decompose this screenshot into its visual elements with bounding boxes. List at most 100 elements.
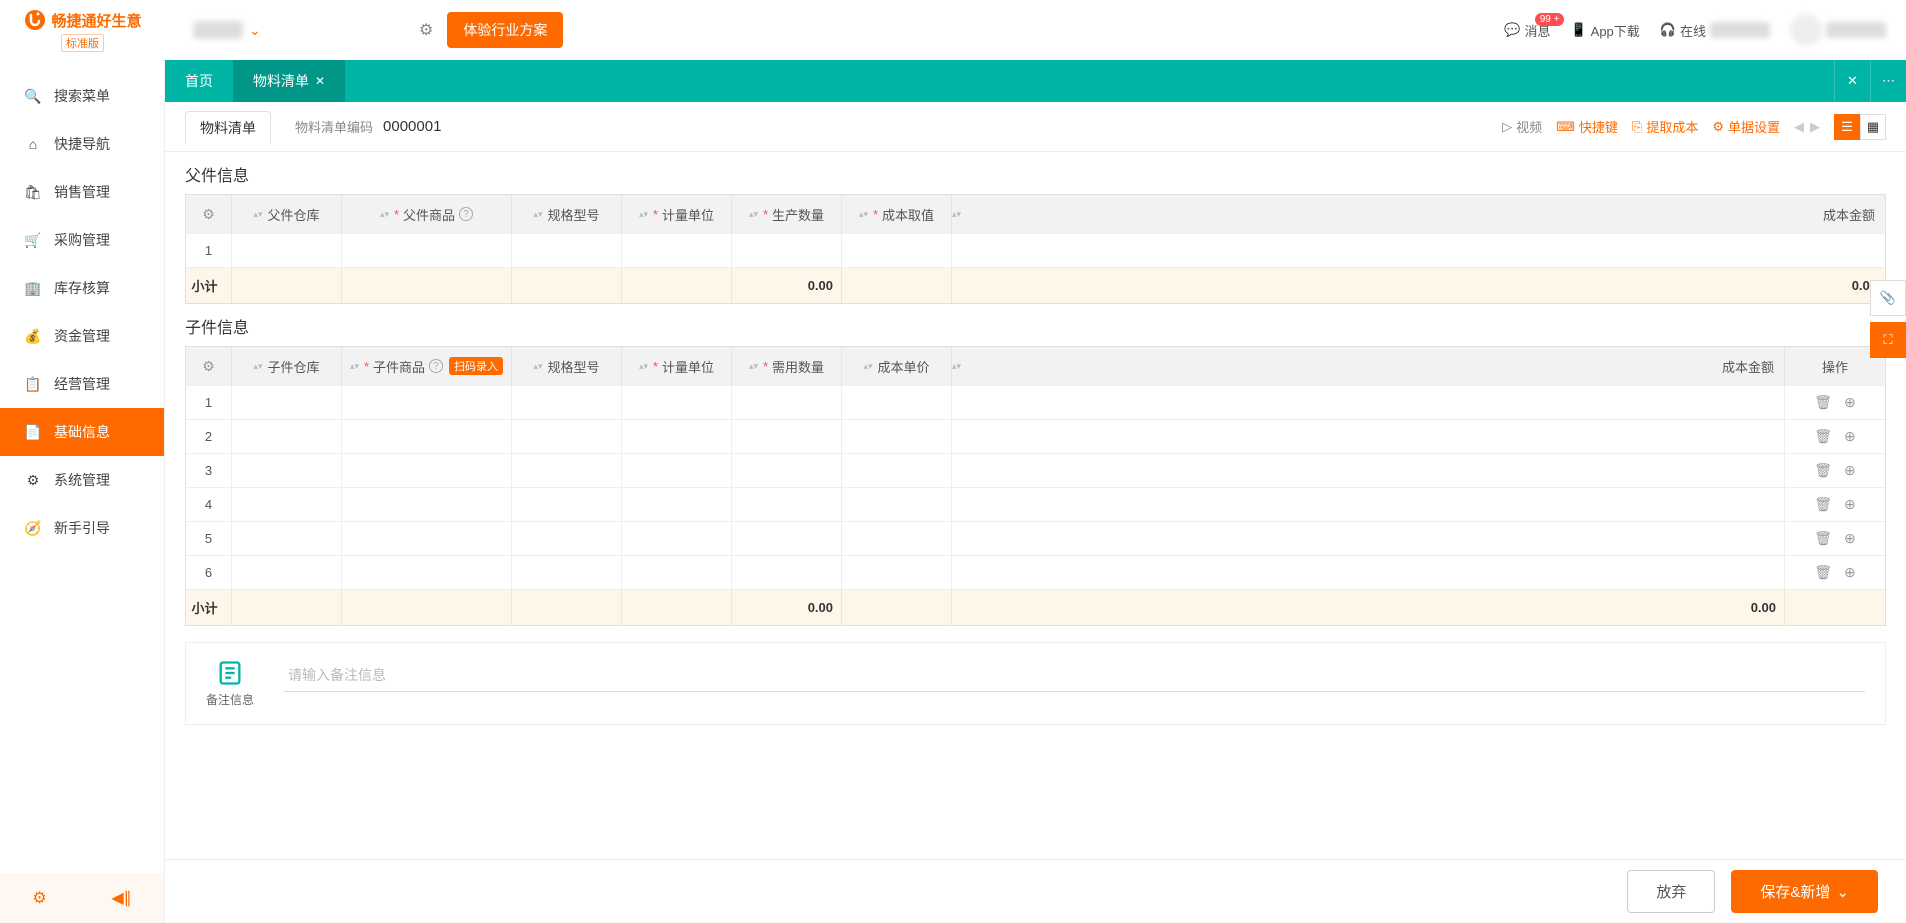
table-row[interactable]: 1🗑⊕ [186, 385, 1885, 419]
col-child-product[interactable]: ▴▾*子件商品?扫码录入 [342, 347, 512, 385]
view-list-button[interactable]: ☰ [1834, 114, 1860, 140]
col-parent-amount[interactable]: ▴▾成本金额 [952, 195, 1885, 233]
delete-row-icon[interactable]: 🗑 [1814, 462, 1832, 479]
remark-input[interactable] [284, 659, 1865, 692]
col-parent-spec[interactable]: ▴▾规格型号 [512, 195, 622, 233]
view-grid-button[interactable]: ▦ [1860, 114, 1886, 140]
expand-tab[interactable]: ⛶ [1870, 322, 1906, 358]
logo-text: 畅捷通好生意 [51, 10, 141, 31]
save-new-button[interactable]: 保存&新增⌄ [1731, 870, 1878, 913]
clipboard-icon: 📋 [24, 375, 42, 393]
cart-icon: 🛍 [24, 183, 42, 201]
chevron-down-icon: ⌄ [1836, 883, 1849, 901]
sort-icon: ▴▾ [639, 363, 648, 369]
add-row-icon[interactable]: ⊕ [1844, 394, 1856, 411]
discard-button[interactable]: 放弃 [1627, 870, 1715, 913]
logo-block: 畅捷通好生意 标准版 [0, 8, 165, 52]
tab-home[interactable]: 首页 [165, 60, 233, 102]
table-row[interactable]: 1 [186, 233, 1885, 267]
sidebar-item-purchase[interactable]: 🛒采购管理 [0, 216, 164, 264]
parent-subtotal-qty: 0.00 [732, 268, 842, 303]
sidebar-item-sales[interactable]: 🛍销售管理 [0, 168, 164, 216]
add-row-icon[interactable]: ⊕ [1844, 428, 1856, 445]
col-child-spec[interactable]: ▴▾规格型号 [512, 347, 622, 385]
sort-icon: ▴▾ [253, 363, 262, 369]
inner-tab-bom[interactable]: 物料清单 [185, 111, 271, 144]
delete-row-icon[interactable]: 🗑 [1814, 428, 1832, 445]
column-settings-icon[interactable]: ⚙ [202, 206, 215, 223]
extract-cost-link[interactable]: ⎘提取成本 [1632, 117, 1698, 136]
delete-row-icon[interactable]: 🗑 [1814, 530, 1832, 547]
col-child-qty[interactable]: ▴▾*需用数量 [732, 347, 842, 385]
help-icon[interactable]: ? [459, 207, 473, 221]
messages-link[interactable]: 💬 消息 99 + [1504, 21, 1550, 40]
add-row-icon[interactable]: ⊕ [1844, 530, 1856, 547]
sidebar-item-shortcut[interactable]: ⌂快捷导航 [0, 120, 164, 168]
table-row[interactable]: 4🗑⊕ [186, 487, 1885, 521]
close-icon[interactable]: ✕ [315, 74, 325, 88]
child-subtotal-amt: 0.00 [952, 590, 1785, 625]
money-icon: 💰 [24, 327, 42, 345]
col-parent-cost-method[interactable]: ▴▾*成本取值 [842, 195, 952, 233]
subtotal-label: 小计 [186, 590, 232, 625]
org-selector[interactable]: ⌄ [185, 17, 405, 43]
org-settings-icon[interactable]: ⚙ [419, 20, 433, 40]
remark-section: 备注信息 [185, 642, 1886, 725]
child-section-title: 子件信息 [185, 314, 1886, 338]
record-nav: ◀ ▶ [1794, 119, 1820, 135]
home-icon: ⌂ [24, 135, 42, 153]
col-parent-warehouse[interactable]: ▴▾父件仓库 [232, 195, 342, 233]
sidebar-item-guide[interactable]: 🧭新手引导 [0, 504, 164, 552]
collapse-icon[interactable]: ◀∥ [111, 888, 131, 908]
code-value: 0000001 [383, 118, 441, 135]
table-row[interactable]: 3🗑⊕ [186, 453, 1885, 487]
col-parent-unit[interactable]: ▴▾*计量单位 [622, 195, 732, 233]
sidebar-item-finance[interactable]: 💰资金管理 [0, 312, 164, 360]
delete-row-icon[interactable]: 🗑 [1814, 564, 1832, 581]
video-link[interactable]: ▷视频 [1502, 117, 1542, 136]
online-support-link[interactable]: 🎧 在线 [1660, 21, 1770, 40]
avatar [1790, 14, 1822, 46]
next-record-icon[interactable]: ▶ [1810, 119, 1820, 135]
app-download-link[interactable]: 📱 App下载 [1570, 21, 1639, 40]
logo-icon [23, 8, 47, 32]
table-row[interactable]: 6🗑⊕ [186, 555, 1885, 589]
add-row-icon[interactable]: ⊕ [1844, 462, 1856, 479]
gear-icon: ⚙ [24, 471, 42, 489]
user-menu[interactable] [1790, 14, 1886, 46]
settings-icon[interactable]: ⚙ [32, 888, 46, 908]
table-row[interactable]: 2🗑⊕ [186, 419, 1885, 453]
column-settings-icon[interactable]: ⚙ [202, 358, 215, 375]
add-row-icon[interactable]: ⊕ [1844, 564, 1856, 581]
sidebar-item-operation[interactable]: 📋经营管理 [0, 360, 164, 408]
keyboard-icon: ⌨ [1556, 119, 1575, 135]
col-child-warehouse[interactable]: ▴▾子件仓库 [232, 347, 342, 385]
bag-icon: 🛒 [24, 231, 42, 249]
sidebar-item-system[interactable]: ⚙系统管理 [0, 456, 164, 504]
prev-record-icon[interactable]: ◀ [1794, 119, 1804, 135]
scan-input-button[interactable]: 扫码录入 [449, 357, 503, 375]
experience-button[interactable]: 体验行业方案 [447, 12, 563, 48]
col-child-amount[interactable]: ▴▾成本金额 [952, 347, 1785, 385]
add-row-icon[interactable]: ⊕ [1844, 496, 1856, 513]
col-child-unit-cost[interactable]: ▴▾成本单价 [842, 347, 952, 385]
delete-row-icon[interactable]: 🗑 [1814, 394, 1832, 411]
delete-row-icon[interactable]: 🗑 [1814, 496, 1832, 513]
table-row[interactable]: 5🗑⊕ [186, 521, 1885, 555]
help-icon[interactable]: ? [429, 359, 443, 373]
tabs-more[interactable]: ⋯ [1870, 60, 1906, 102]
sort-icon: ▴▾ [859, 211, 868, 217]
tab-bom[interactable]: 物料清单 ✕ [233, 60, 345, 102]
sort-icon: ▴▾ [863, 363, 872, 369]
col-child-unit[interactable]: ▴▾*计量单位 [622, 347, 732, 385]
sidebar-item-search[interactable]: 🔍搜索菜单 [0, 72, 164, 120]
sidebar-item-inventory[interactable]: 🏢库存核算 [0, 264, 164, 312]
search-icon: 🔍 [24, 87, 42, 105]
attachment-tab[interactable]: 📎 [1870, 280, 1906, 316]
col-parent-product[interactable]: ▴▾*父件商品? [342, 195, 512, 233]
tabs-close-all[interactable]: ✕ [1834, 60, 1870, 102]
shortcut-link[interactable]: ⌨快捷键 [1556, 117, 1618, 136]
col-parent-qty[interactable]: ▴▾*生产数量 [732, 195, 842, 233]
sidebar-item-basic[interactable]: 📄基础信息 [0, 408, 164, 456]
doc-settings-link[interactable]: ⚙单据设置 [1712, 117, 1780, 136]
